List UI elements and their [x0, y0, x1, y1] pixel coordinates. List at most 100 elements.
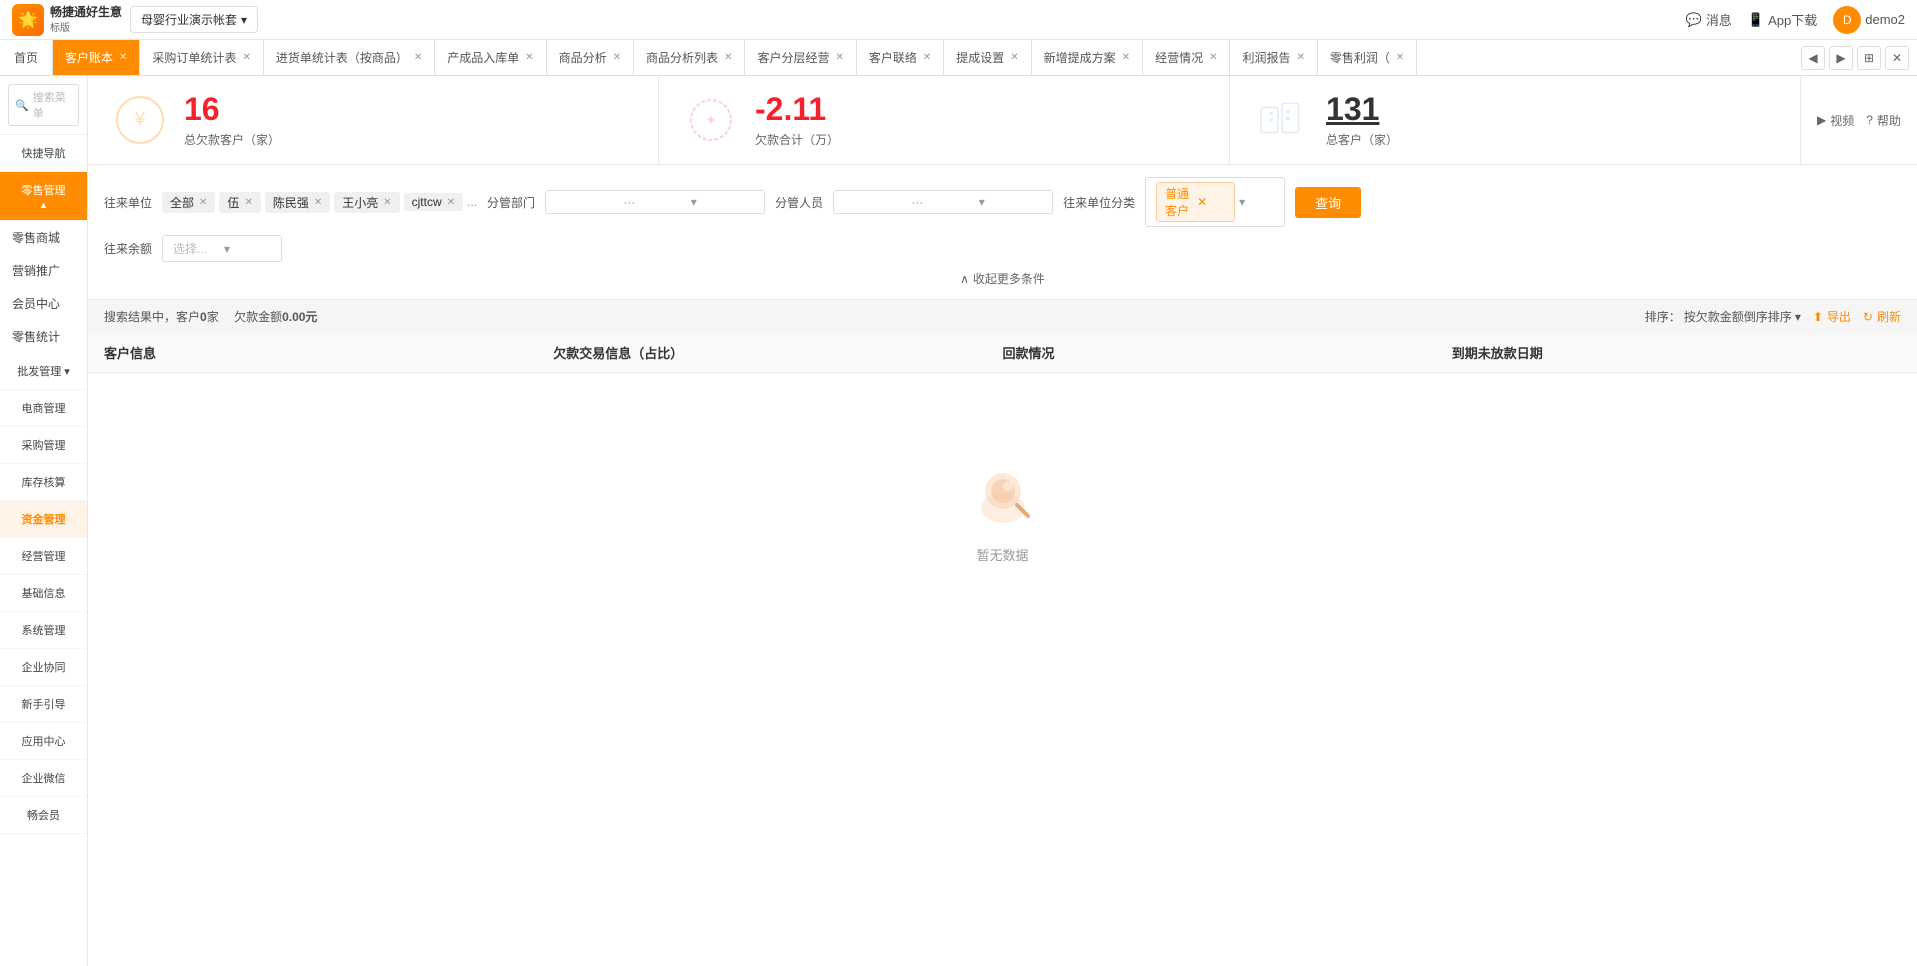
- tab-goods-analysis[interactable]: 商品分析 ✕: [547, 40, 634, 76]
- nav-prev-button[interactable]: ◀: [1801, 46, 1825, 70]
- filter-tag-cjttcw[interactable]: cjttcw ✕: [404, 193, 463, 211]
- user-menu[interactable]: D demo2: [1833, 6, 1905, 34]
- col-customer-info: 客户信息: [104, 343, 553, 362]
- filter-balance-dropdown[interactable]: 选择... ▾: [162, 235, 282, 262]
- table-container: 客户信息 欠款交易信息（占比） 回款情况 到期未放款日期: [88, 333, 1917, 966]
- tab-close-goods-analysis-list[interactable]: ✕: [724, 52, 732, 63]
- sidebar-item-finance[interactable]: 资金管理: [0, 501, 87, 538]
- sidebar-item-retail-mgmt[interactable]: 零售管理 ▲: [0, 172, 87, 221]
- filter-unit-tags: 全部 ✕ 伍 ✕ 陈民强 ✕ 王小亮 ✕: [162, 192, 477, 213]
- stats-label-debt-amount: 欠款合计（万）: [755, 131, 839, 148]
- sort-dropdown[interactable]: 排序： 排序：按欠款金额倒序排序 按欠款金额倒序排序 ▾: [1645, 308, 1801, 325]
- tab-close-purchase-orders[interactable]: ✕: [242, 52, 250, 63]
- tag-close-classify[interactable]: ✕: [1197, 195, 1226, 209]
- sidebar-item-retail-stats[interactable]: 零售统计: [0, 320, 87, 353]
- tag-close-wu[interactable]: ✕: [244, 197, 252, 208]
- tab-customer-contact[interactable]: 客户联络 ✕: [857, 40, 944, 76]
- sidebar-item-retail-store[interactable]: 零售商城: [0, 221, 87, 254]
- filter-more-tags[interactable]: ...: [467, 195, 477, 209]
- download-button[interactable]: 📱 App下载: [1748, 10, 1817, 29]
- sidebar-item-marketing[interactable]: 营销推广: [0, 254, 87, 287]
- tab-biz-status[interactable]: 经营情况 ✕: [1143, 40, 1230, 76]
- tab-close-accounts[interactable]: ✕: [119, 52, 127, 63]
- sidebar-item-guide[interactable]: 新手引导: [0, 686, 87, 723]
- tag-close-all[interactable]: ✕: [199, 197, 207, 208]
- stats-value-debt-customers: 16: [184, 92, 280, 127]
- search-menu-input[interactable]: 🔍 搜索菜单: [8, 84, 79, 126]
- tab-close-profit-report[interactable]: ✕: [1297, 52, 1305, 63]
- tag-close-chen[interactable]: ✕: [314, 197, 322, 208]
- dept-chevron-icon: ▾: [691, 195, 754, 209]
- message-button[interactable]: 💬 消息: [1686, 10, 1732, 29]
- tab-close-biz-status[interactable]: ✕: [1209, 52, 1217, 63]
- collapse-filters-button[interactable]: ∧ 收起更多条件: [960, 270, 1045, 287]
- help-button[interactable]: ? 帮助: [1866, 112, 1901, 129]
- sidebar-item-system[interactable]: 系统管理: [0, 612, 87, 649]
- tab-promo-settings[interactable]: 提成设置 ✕: [944, 40, 1031, 76]
- filter-tag-all[interactable]: 全部 ✕: [162, 192, 215, 213]
- tab-close-retail-profit[interactable]: ✕: [1396, 52, 1404, 63]
- sidebar-item-wholesale-mgmt[interactable]: 批发管理 ▾: [0, 353, 87, 390]
- sidebar-item-vip[interactable]: 畅会员: [0, 797, 87, 834]
- tab-close-goods-analysis[interactable]: ✕: [613, 52, 621, 63]
- help-icon: ?: [1866, 113, 1873, 127]
- refresh-button[interactable]: ↻ 刷新: [1863, 308, 1901, 325]
- nav-close-all-button[interactable]: ✕: [1885, 46, 1909, 70]
- tab-purchase-stats[interactable]: 进货单统计表（按商品） ✕: [264, 40, 435, 76]
- tab-close-customer-contact[interactable]: ✕: [923, 52, 931, 63]
- export-button[interactable]: ⬆ 导出: [1813, 308, 1851, 325]
- collapse-icon: ∧: [960, 272, 969, 286]
- sidebar-item-app-center[interactable]: 应用中心: [0, 723, 87, 760]
- query-button[interactable]: 查询: [1295, 187, 1361, 218]
- tab-production[interactable]: 产成品入库单 ✕: [435, 40, 546, 76]
- stats-total-debt-customers: ¥ 16 总欠款客户（家）: [88, 76, 659, 164]
- chevron-down-icon: ▾: [241, 13, 247, 27]
- sidebar-item-quick-nav[interactable]: 快捷导航: [0, 135, 87, 172]
- nav-expand-button[interactable]: ⊞: [1857, 46, 1881, 70]
- tab-retail-profit[interactable]: 零售利润（ ✕: [1318, 40, 1417, 76]
- tab-goods-analysis-list[interactable]: 商品分析列表 ✕: [634, 40, 745, 76]
- demo-selector[interactable]: 母婴行业演示帐套 ▾: [130, 6, 258, 33]
- sidebar-item-operations[interactable]: 经营管理: [0, 538, 87, 575]
- video-button[interactable]: ▶ 视频: [1817, 112, 1854, 129]
- logo-text: 畅捷通好生意: [50, 5, 122, 19]
- filter-classify-dropdown[interactable]: 普通客户 ✕ ▾: [1145, 177, 1285, 227]
- tab-purchase-orders[interactable]: 采购订单统计表 ✕: [140, 40, 263, 76]
- debt-amount-icon: ✦: [683, 92, 739, 148]
- filter-classify-tag[interactable]: 普通客户 ✕: [1156, 182, 1235, 222]
- filter-dept-dropdown[interactable]: ··· ▾: [545, 190, 765, 214]
- tab-close-purchase-stats[interactable]: ✕: [414, 52, 422, 63]
- sidebar-item-member-center[interactable]: 会员中心: [0, 287, 87, 320]
- tag-close-cjttcw[interactable]: ✕: [447, 197, 455, 208]
- tab-customer-seg[interactable]: 客户分层经营 ✕: [745, 40, 856, 76]
- sidebar-item-base-info[interactable]: 基础信息: [0, 575, 87, 612]
- tab-close-production[interactable]: ✕: [525, 52, 533, 63]
- nav-next-button[interactable]: ▶: [1829, 46, 1853, 70]
- filter-tag-chen[interactable]: 陈民强 ✕: [265, 192, 330, 213]
- filter-tag-wang[interactable]: 王小亮 ✕: [334, 192, 399, 213]
- sidebar-item-ecommerce[interactable]: 电商管理: [0, 390, 87, 427]
- balance-chevron-icon: ▾: [224, 242, 271, 256]
- tab-accounts[interactable]: 客户账本 ✕: [53, 40, 140, 76]
- sidebar-item-purchase[interactable]: 采购管理: [0, 427, 87, 464]
- filter-person-dropdown[interactable]: ··· ▾: [833, 190, 1053, 214]
- tab-home[interactable]: 首页: [0, 40, 53, 76]
- sidebar-item-inventory[interactable]: 库存核算: [0, 464, 87, 501]
- tab-new-promo[interactable]: 新增提成方案 ✕: [1032, 40, 1143, 76]
- results-info: 搜索结果中，客户0家 欠款金额0.00元: [104, 308, 329, 325]
- sidebar-item-cooperation[interactable]: 企业协同: [0, 649, 87, 686]
- stats-label-debt-customers: 总欠款客户（家）: [184, 131, 280, 148]
- tab-close-promo-settings[interactable]: ✕: [1010, 52, 1018, 63]
- tab-close-customer-seg[interactable]: ✕: [835, 52, 843, 63]
- stats-text-debt-customers: 16 总欠款客户（家）: [184, 92, 280, 148]
- table-body: 暂无数据: [88, 373, 1917, 644]
- filter-tag-wu[interactable]: 伍 ✕: [219, 192, 260, 213]
- person-chevron-icon: ▾: [979, 195, 1042, 209]
- top-bar-right: 💬 消息 📱 App下载 D demo2: [1686, 6, 1905, 34]
- tab-profit-report[interactable]: 利润报告 ✕: [1230, 40, 1317, 76]
- col-due-date: 到期未放款日期: [1452, 343, 1901, 362]
- tab-close-new-promo[interactable]: ✕: [1122, 52, 1130, 63]
- sidebar-item-wechat[interactable]: 企业微信: [0, 760, 87, 797]
- tag-close-wang[interactable]: ✕: [383, 197, 391, 208]
- export-icon: ⬆: [1813, 310, 1823, 324]
